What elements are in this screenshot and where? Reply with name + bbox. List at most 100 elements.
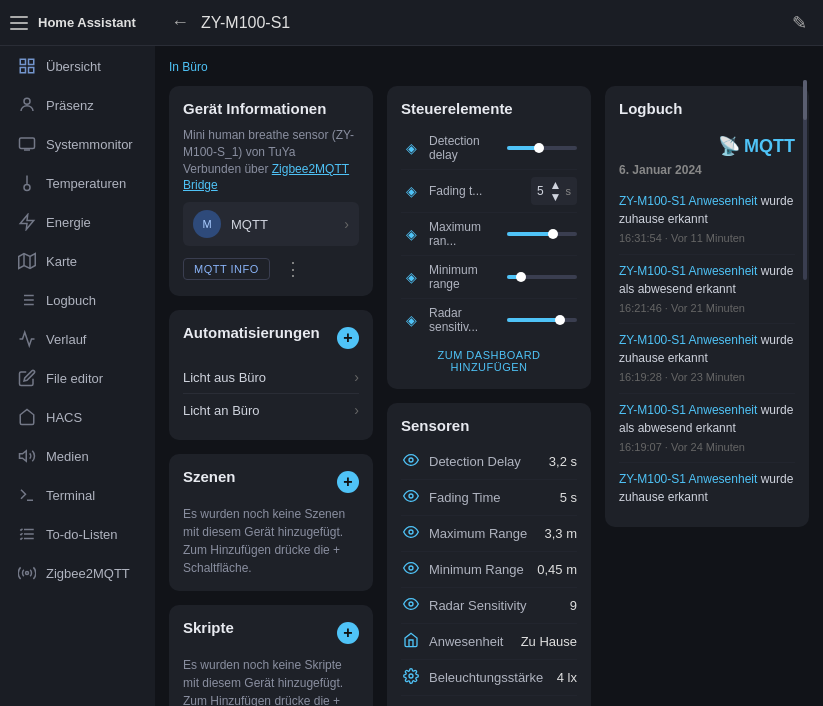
control-slider[interactable]	[507, 318, 577, 322]
sidebar-item-logbuch[interactable]: Logbuch	[4, 281, 151, 319]
mqtt-row[interactable]: M MQTT ›	[183, 202, 359, 246]
sidebar-label-verlauf: Verlauf	[46, 332, 86, 347]
hamburger-icon[interactable]	[10, 16, 28, 30]
control-icon: ◈	[401, 183, 421, 199]
skripte-header: Skripte +	[183, 619, 359, 646]
sensor-label: Minimum Range	[429, 562, 529, 577]
svg-rect-2	[20, 68, 25, 73]
sidebar-item-systemmonitor[interactable]: Systemmonitor	[4, 125, 151, 163]
mqtt-info-button[interactable]: MQTT INFO	[183, 258, 270, 280]
geraet-title: Gerät Informationen	[183, 100, 359, 117]
svg-point-26	[409, 566, 413, 570]
log-entry-link[interactable]: ZY-M100-S1 Anwesenheit	[619, 472, 757, 486]
edit-icon[interactable]: ✎	[792, 12, 807, 34]
sensor-value: 3,2 s	[549, 454, 577, 469]
sensor-row: Detection Delay 3,2 s	[401, 444, 577, 480]
sidebar-item-praesenz[interactable]: Präsenz	[4, 86, 151, 124]
svg-marker-17	[20, 451, 27, 462]
content-area: In Büro Gerät Informationen Mini human b…	[155, 46, 823, 706]
chevron-right-icon: ›	[344, 216, 349, 232]
sidebar-item-energie[interactable]: Energie	[4, 203, 151, 241]
add-szene-button[interactable]: +	[337, 471, 359, 493]
sidebar-item-temperaturen[interactable]: Temperaturen	[4, 164, 151, 202]
sidebar: Home Assistant Übersicht Präsenz Systemmon…	[0, 0, 155, 706]
control-row: ◈ Minimum range	[401, 256, 577, 299]
mqtt-info-row: MQTT INFO ⋮	[183, 256, 359, 282]
log-entry-link[interactable]: ZY-M100-S1 Anwesenheit	[619, 333, 757, 347]
sidebar-label-karte: Karte	[46, 254, 77, 269]
svg-point-25	[409, 530, 413, 534]
sidebar-item-file-editor[interactable]: File editor	[4, 359, 151, 397]
spin-buttons[interactable]: ▲ ▼	[550, 179, 562, 203]
control-slider[interactable]	[507, 275, 577, 279]
sidebar-item-zigbee2mqtt[interactable]: Zigbee2MQTT	[4, 554, 151, 592]
skripte-card: Skripte + Es wurden noch keine Skripte m…	[169, 605, 373, 706]
control-slider[interactable]	[507, 146, 577, 150]
svg-point-22	[26, 572, 29, 575]
sidebar-header: Home Assistant	[0, 0, 155, 46]
sidebar-item-karte[interactable]: Karte	[4, 242, 151, 280]
energie-icon	[18, 213, 36, 231]
sensor-icon	[401, 560, 421, 579]
sidebar-item-verlauf[interactable]: Verlauf	[4, 320, 151, 358]
mid-column: Steuerelemente ◈ Detection delay ◈ Fadin…	[387, 86, 591, 706]
control-slider[interactable]	[507, 232, 577, 236]
breadcrumb[interactable]: In Büro	[169, 60, 809, 74]
szenen-title: Szenen	[183, 468, 236, 485]
sidebar-title: Home Assistant	[38, 15, 136, 30]
unit-label: s	[566, 185, 572, 197]
sidebar-item-uebersicht[interactable]: Übersicht	[4, 47, 151, 85]
control-icon: ◈	[401, 312, 421, 328]
sidebar-item-terminal[interactable]: Terminal	[4, 476, 151, 514]
control-label: Fading t...	[429, 184, 523, 198]
sensor-row: Anwesenheit Zu Hause	[401, 624, 577, 660]
control-icon: ◈	[401, 269, 421, 285]
sidebar-item-hacs[interactable]: HACS	[4, 398, 151, 436]
sidebar-label-file-editor: File editor	[46, 371, 103, 386]
mqtt-logo-icon: 📡	[718, 135, 740, 157]
number-input[interactable]: 5 ▲ ▼ s	[531, 177, 577, 205]
steuerelemente-dashboard-button[interactable]: ZUM DASHBOARD HINZUFÜGEN	[401, 341, 577, 375]
log-entry-time: 16:21:46 · Vor 21 Minuten	[619, 300, 795, 317]
zigbee2mqtt-icon	[18, 564, 36, 582]
chevron-right-icon: ›	[354, 369, 359, 385]
log-entry-link[interactable]: ZY-M100-S1 Anwesenheit	[619, 194, 757, 208]
sensor-icon	[401, 488, 421, 507]
terminal-icon	[18, 486, 36, 504]
sensoren-list: Detection Delay 3,2 s Fading Time 5 s Ma…	[401, 444, 577, 706]
sensor-value: 5 s	[560, 490, 577, 505]
automatisierung-item[interactable]: Licht an Büro ›	[183, 394, 359, 426]
left-column: Gerät Informationen Mini human breathe s…	[169, 86, 373, 706]
more-options-icon[interactable]: ⋮	[278, 256, 308, 282]
control-row: ◈ Maximum ran...	[401, 213, 577, 256]
spin-down-button[interactable]: ▼	[550, 191, 562, 203]
sensor-icon	[401, 524, 421, 543]
automatisierungen-card: Automatisierungen + Licht aus Büro › Lic…	[169, 310, 373, 440]
add-automatisierung-button[interactable]: +	[337, 327, 359, 349]
sensor-value: 9	[570, 598, 577, 613]
svg-point-28	[409, 674, 413, 678]
sensor-icon	[401, 668, 421, 687]
back-button[interactable]: ←	[171, 12, 189, 33]
sidebar-item-to-do[interactable]: To-do-Listen	[4, 515, 151, 553]
log-entry-link[interactable]: ZY-M100-S1 Anwesenheit	[619, 264, 757, 278]
automatisierungen-list: Licht aus Büro › Licht an Büro ›	[183, 361, 359, 426]
sidebar-item-medien[interactable]: Medien	[4, 437, 151, 475]
sensor-label: Anwesenheit	[429, 634, 513, 649]
szenen-card: Szenen + Es wurden noch keine Szenen mit…	[169, 454, 373, 591]
sidebar-label-praesenz: Präsenz	[46, 98, 94, 113]
add-skript-button[interactable]: +	[337, 622, 359, 644]
sidebar-label-systemmonitor: Systemmonitor	[46, 137, 133, 152]
sensor-icon	[401, 596, 421, 615]
sensor-icon	[401, 452, 421, 471]
automatisierung-item[interactable]: Licht aus Büro ›	[183, 361, 359, 394]
sensor-row: Beleuchtungsstärke 4 lx	[401, 660, 577, 696]
log-entry-link[interactable]: ZY-M100-S1 Anwesenheit	[619, 403, 757, 417]
mqtt-label: MQTT	[231, 217, 344, 232]
automatisierungen-title: Automatisierungen	[183, 324, 320, 341]
geraet-card: Gerät Informationen Mini human breathe s…	[169, 86, 373, 296]
skripte-empty-text: Es wurden noch keine Skripte mit diesem …	[183, 656, 359, 706]
control-label: Detection delay	[429, 134, 499, 162]
control-label: Radar sensitiv...	[429, 306, 499, 334]
temperaturen-icon	[18, 174, 36, 192]
